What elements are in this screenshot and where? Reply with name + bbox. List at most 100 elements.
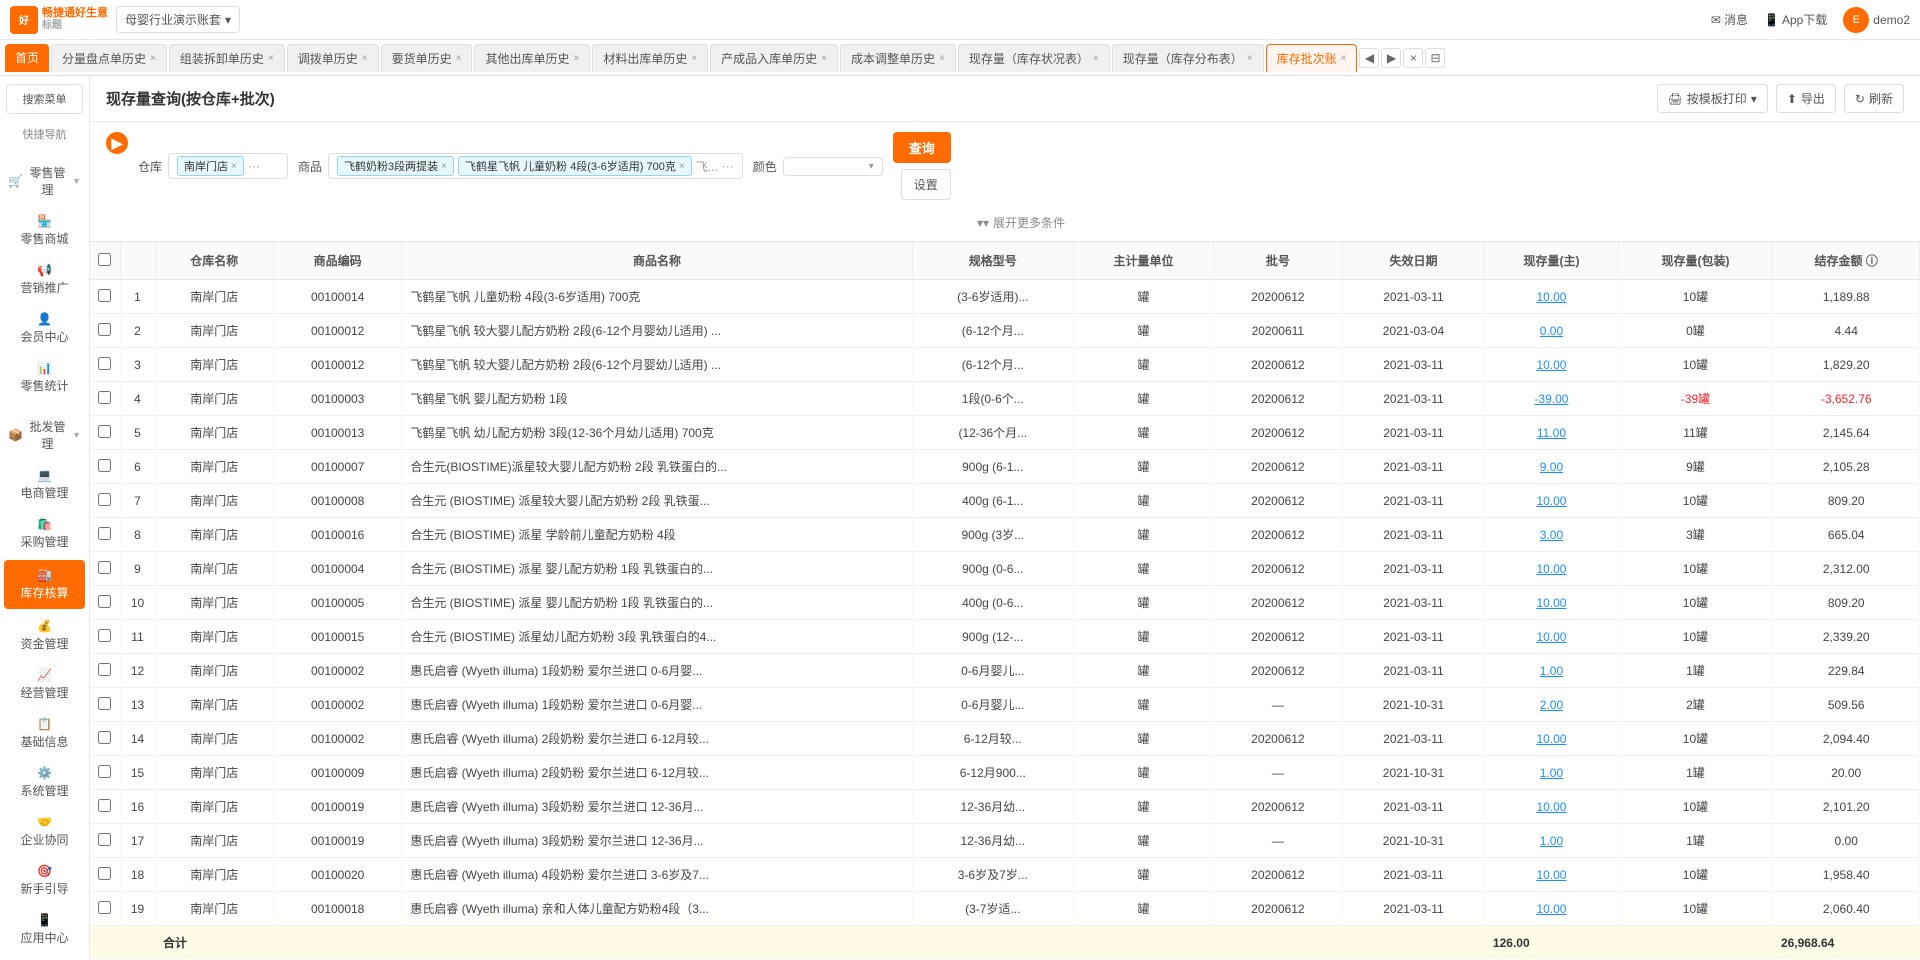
tab-product-in[interactable]: 产成品入库单历史 ×: [710, 44, 838, 72]
cell-checkbox[interactable]: [90, 824, 120, 858]
cell-qty-main[interactable]: 10.00: [1485, 892, 1618, 926]
refresh-btn[interactable]: ↻ 刷新: [1844, 84, 1904, 113]
cell-qty-main[interactable]: 11.00: [1485, 416, 1618, 450]
sidebar-item-marketing[interactable]: 📢 营销推广: [0, 255, 89, 304]
cell-qty-main[interactable]: 2.00: [1485, 688, 1618, 722]
cell-checkbox[interactable]: [90, 382, 120, 416]
product-tag-group[interactable]: 飞鹤奶粉3段两提装 × 飞鹤星飞帆 儿童奶粉 4段(3-6岁适用) 700克 ×…: [328, 153, 743, 179]
tab-menu-btn[interactable]: ⊟: [1425, 48, 1445, 68]
tab-home[interactable]: 首页: [5, 44, 49, 72]
color-select[interactable]: ▾: [783, 157, 883, 176]
tab-close-icon[interactable]: ×: [939, 53, 945, 64]
export-btn[interactable]: ⬆ 导出: [1776, 84, 1836, 113]
sidebar-item-retail[interactable]: 🛒 零售管理 ▼: [0, 156, 89, 206]
cell-checkbox[interactable]: [90, 892, 120, 926]
tag-close-icon[interactable]: ×: [441, 161, 447, 172]
sidebar-item-inventory[interactable]: 🏭 库存核算: [4, 560, 85, 609]
cell-checkbox[interactable]: [90, 518, 120, 552]
cell-checkbox[interactable]: [90, 552, 120, 586]
cell-checkbox[interactable]: [90, 348, 120, 382]
sidebar-item-app-center[interactable]: 📱 应用中心: [0, 905, 89, 954]
tab-inventory-dist[interactable]: 现存量（库存分布表） ×: [1112, 44, 1264, 72]
message-btn[interactable]: ✉ 消息: [1711, 11, 1748, 28]
cell-checkbox[interactable]: [90, 620, 120, 654]
sidebar-item-wholesale[interactable]: 📦 批发管理 ▼: [0, 410, 89, 460]
tag-close-icon[interactable]: ×: [231, 161, 237, 172]
cell-checkbox[interactable]: [90, 722, 120, 756]
cell-checkbox[interactable]: [90, 280, 120, 314]
tab-close-icon[interactable]: ×: [150, 53, 156, 64]
sidebar-item-retail-stat[interactable]: 📊 零售统计: [0, 353, 89, 402]
quick-nav-btn[interactable]: 快捷导航: [0, 122, 89, 148]
cell-checkbox[interactable]: [90, 586, 120, 620]
tab-requisition[interactable]: 要货单历史 ×: [381, 44, 473, 72]
cell-qty-main[interactable]: 9.00: [1485, 450, 1618, 484]
user-profile[interactable]: E demo2: [1843, 7, 1910, 33]
tab-material-out[interactable]: 材料出库单历史 ×: [592, 44, 708, 72]
tab-cost-adjust[interactable]: 成本调整单历史 ×: [840, 44, 956, 72]
tab-close-icon[interactable]: ×: [1341, 53, 1347, 64]
sidebar-item-operations[interactable]: 📈 经营管理: [0, 660, 89, 709]
tab-close-all-btn[interactable]: ×: [1403, 48, 1423, 68]
sidebar-item-system[interactable]: ⚙️ 系统管理: [0, 758, 89, 807]
tab-close-icon[interactable]: ×: [1093, 53, 1099, 64]
sidebar-item-purchase[interactable]: 🛍️ 采购管理: [0, 509, 89, 558]
search-menu-btn[interactable]: 搜索菜单: [6, 84, 83, 114]
cell-qty-main[interactable]: -39.00: [1485, 382, 1618, 416]
sidebar-item-finance[interactable]: 💰 资金管理: [0, 611, 89, 660]
search-btn[interactable]: 查询: [893, 132, 951, 163]
sidebar-item-guide[interactable]: 🎯 新手引导: [0, 856, 89, 905]
cell-checkbox[interactable]: [90, 858, 120, 892]
print-btn[interactable]: 🖨 按模板打印 ▾: [1657, 84, 1768, 113]
tab-other-out[interactable]: 其他出库单历史 ×: [474, 44, 590, 72]
cell-checkbox[interactable]: [90, 790, 120, 824]
cell-checkbox[interactable]: [90, 314, 120, 348]
cell-checkbox[interactable]: [90, 484, 120, 518]
tab-close-icon[interactable]: ×: [691, 53, 697, 64]
tab-next-btn[interactable]: ▶: [1381, 48, 1401, 68]
tab-close-icon[interactable]: ×: [268, 53, 274, 64]
warehouse-tag-group[interactable]: 南岸门店 × ···: [168, 153, 288, 179]
cell-qty-main[interactable]: 1.00: [1485, 654, 1618, 688]
app-download-btn[interactable]: 📱 App下载: [1764, 11, 1827, 28]
cell-checkbox[interactable]: [90, 450, 120, 484]
tab-close-icon[interactable]: ×: [573, 53, 579, 64]
sidebar-item-enterprise[interactable]: 🤝 企业协同: [0, 807, 89, 856]
cell-qty-main[interactable]: 10.00: [1485, 348, 1618, 382]
cell-qty-main[interactable]: 10.00: [1485, 552, 1618, 586]
tab-split-inventory[interactable]: 分量盘点单历史 ×: [51, 44, 167, 72]
cell-qty-main[interactable]: 10.00: [1485, 722, 1618, 756]
cell-qty-main[interactable]: 10.00: [1485, 790, 1618, 824]
cell-qty-main[interactable]: 0.00: [1485, 314, 1618, 348]
tab-disassemble[interactable]: 组装拆卸单历史 ×: [169, 44, 285, 72]
tab-batch-voucher[interactable]: 库存批次账 ×: [1266, 44, 1358, 72]
tab-close-icon[interactable]: ×: [1247, 53, 1253, 64]
setting-btn[interactable]: 设置: [901, 169, 951, 200]
tab-inventory-status[interactable]: 现存量（库存状况表） ×: [958, 44, 1110, 72]
cell-checkbox[interactable]: [90, 756, 120, 790]
select-all-checkbox[interactable]: [98, 253, 111, 266]
sidebar-item-enterprise-wechat[interactable]: 💬 企业微信: [0, 954, 89, 960]
cell-qty-main[interactable]: 3.00: [1485, 518, 1618, 552]
tab-close-icon[interactable]: ×: [821, 53, 827, 64]
sidebar-item-retail-shop[interactable]: 🏪 零售商城: [0, 206, 89, 255]
org-selector[interactable]: 母婴行业演示账套 ▾: [116, 6, 240, 33]
cell-qty-main[interactable]: 10.00: [1485, 280, 1618, 314]
tab-transfer[interactable]: 调拨单历史 ×: [287, 44, 379, 72]
filter-expand-btn[interactable]: ▾▾ 展开更多条件: [138, 214, 1904, 231]
cell-qty-main[interactable]: 10.00: [1485, 620, 1618, 654]
cell-checkbox[interactable]: [90, 416, 120, 450]
cell-qty-main[interactable]: 10.00: [1485, 586, 1618, 620]
cell-qty-main[interactable]: 1.00: [1485, 824, 1618, 858]
cell-checkbox[interactable]: [90, 688, 120, 722]
tab-prev-btn[interactable]: ◀: [1359, 48, 1379, 68]
sidebar-item-ecommerce[interactable]: 💻 电商管理: [0, 460, 89, 509]
cell-qty-main[interactable]: 10.00: [1485, 858, 1618, 892]
tag-close-icon[interactable]: ×: [679, 161, 685, 172]
sidebar-item-member[interactable]: 👤 会员中心: [0, 304, 89, 353]
cell-qty-main[interactable]: 10.00: [1485, 484, 1618, 518]
sidebar-item-basic[interactable]: 📋 基础信息: [0, 709, 89, 758]
cell-checkbox[interactable]: [90, 654, 120, 688]
tab-close-icon[interactable]: ×: [456, 53, 462, 64]
filter-toggle-btn[interactable]: ▶: [106, 132, 128, 154]
